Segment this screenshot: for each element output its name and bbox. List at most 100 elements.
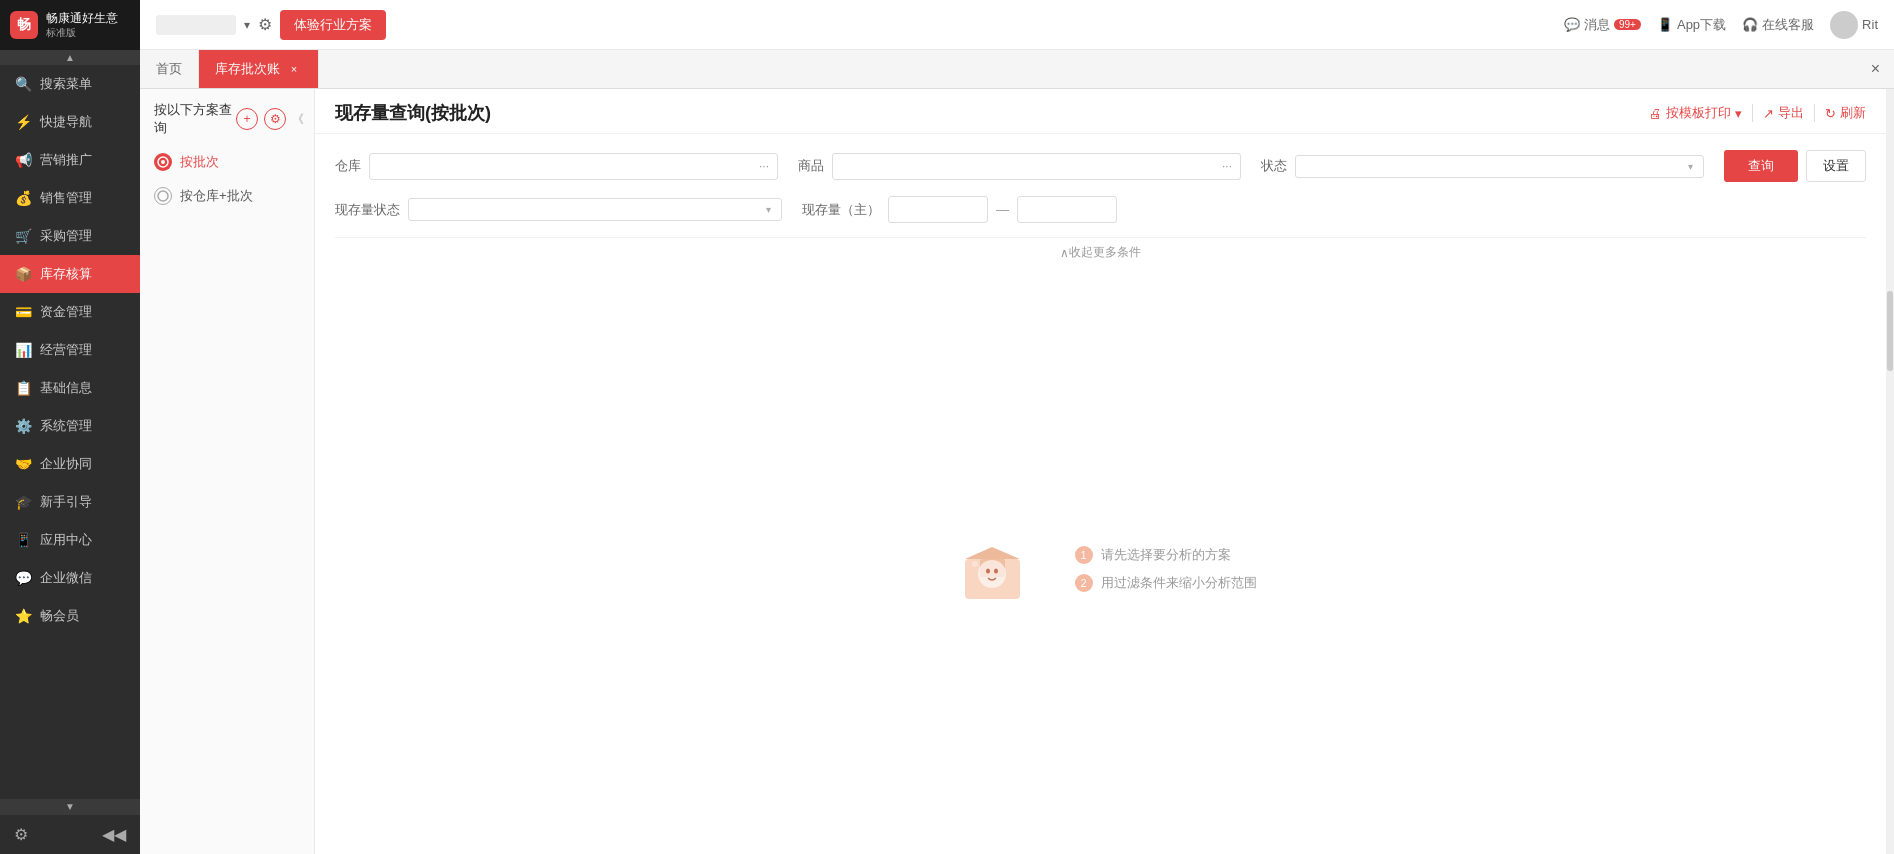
svg-point-9 [972,561,978,567]
breadcrumb [156,15,236,35]
sidebar-item-apps[interactable]: 📱 应用中心 [0,521,140,559]
empty-tips: 1 请先选择要分析的方案 2 用过滤条件来缩小分析范围 [1075,546,1257,592]
empty-illustration [945,519,1045,619]
refresh-button[interactable]: ↻ 刷新 [1814,104,1866,122]
inventory-qty-max-input[interactable] [1017,196,1117,223]
svg-point-8 [994,568,998,573]
sidebar-item-operations[interactable]: 📊 经营管理 [0,331,140,369]
filter-header-label: 按以下方案查询 [154,101,236,137]
collapse-sidebar-icon[interactable]: ◀◀ [102,825,126,844]
status-select[interactable]: ▾ [1295,155,1704,178]
export-icon: ↗ [1763,106,1774,121]
svg-point-1 [161,160,165,164]
tab-home[interactable]: 首页 [140,50,199,88]
message-badge: 99+ [1614,19,1641,30]
warehouse-action-icon[interactable]: ··· [751,159,777,173]
sidebar-item-purchase[interactable]: 🛒 采购管理 [0,217,140,255]
sidebar-item-guide[interactable]: 🎓 新手引导 [0,483,140,521]
experience-button[interactable]: 体验行业方案 [280,10,386,40]
warehouse-batch-icon [154,187,172,205]
print-dropdown-icon[interactable]: ▾ [1735,106,1742,121]
topbar-right: 💬 消息 99+ 📱 App下载 🎧 在线客服 Rit [1564,11,1878,39]
export-button[interactable]: ↗ 导出 [1752,104,1804,122]
sidebar-item-label: 销售管理 [40,189,92,207]
svg-marker-4 [965,547,1020,559]
svg-point-2 [158,191,168,201]
collapse-bar[interactable]: ∧ 收起更多条件 [335,237,1866,267]
sidebar-item-search[interactable]: 🔍 搜索菜单 [0,65,140,103]
inventory-status-label: 现存量状态 [335,201,400,219]
filter-gear-button[interactable]: ⚙ [264,108,286,130]
sales-icon: 💰 [14,189,32,207]
avatar [1830,11,1858,39]
sidebar-item-shortcut[interactable]: ⚡ 快捷导航 [0,103,140,141]
filter-item-warehouse-batch[interactable]: 按仓库+批次 [140,179,314,213]
sidebar-scroll-up[interactable]: ▲ [0,50,140,65]
sidebar-item-label: 搜索菜单 [40,75,92,93]
sidebar-item-member[interactable]: ⭐ 畅会员 [0,597,140,635]
filter-item-batch-label: 按批次 [180,153,219,171]
app-info: 畅康通好生意 标准版 [46,10,118,41]
left-panel: 按以下方案查询 + ⚙ 《 按批次 [140,89,315,854]
shortcut-icon: ⚡ [14,113,32,131]
panel-close-button[interactable]: × [1857,60,1894,78]
svg-point-7 [986,568,990,573]
sidebar-scroll-down[interactable]: ▼ [0,799,140,814]
product-action-icon[interactable]: ··· [1214,159,1240,173]
topbar: ▾ ⚙ 体验行业方案 💬 消息 99+ 📱 App下载 🎧 在线客服 Rit [140,0,1894,50]
app-logo: 畅 [10,11,38,39]
service-icon: 🎧 [1742,17,1758,32]
sidebar-item-label: 企业协同 [40,455,92,473]
inventory-status-select[interactable]: ▾ [408,198,782,221]
messages-button[interactable]: 💬 消息 99+ [1564,16,1641,34]
filter-collapse-button[interactable]: 《 [292,111,304,128]
topbar-settings-icon[interactable]: ⚙ [258,15,272,34]
sidebar-item-base[interactable]: 📋 基础信息 [0,369,140,407]
tab-inventory-batch[interactable]: 库存批次账 × [199,50,319,88]
query-button[interactable]: 查询 [1724,150,1798,182]
member-icon: ⭐ [14,607,32,625]
message-icon: 💬 [1564,17,1580,32]
inventory-qty-min-input[interactable] [888,196,988,223]
refresh-icon: ↻ [1825,106,1836,121]
product-label: 商品 [798,157,824,175]
product-input[interactable] [833,154,1214,179]
sidebar-item-finance[interactable]: 💳 资金管理 [0,293,140,331]
sidebar-item-label: 企业微信 [40,569,92,587]
user-menu[interactable]: Rit [1830,11,1878,39]
sidebar-item-system[interactable]: ⚙️ 系统管理 [0,407,140,445]
inventory-status-field: 现存量状态 ▾ [335,198,782,221]
sidebar-item-label: 资金管理 [40,303,92,321]
empty-tip-1: 1 请先选择要分析的方案 [1075,546,1257,564]
empty-state: 1 请先选择要分析的方案 2 用过滤条件来缩小分析范围 [315,283,1886,854]
print-label: 按模板打印 [1666,104,1731,122]
sidebar-item-marketing[interactable]: 📢 营销推广 [0,141,140,179]
search-icon: 🔍 [14,75,32,93]
sidebar-item-inventory[interactable]: 📦 库存核算 [0,255,140,293]
sidebar-item-wechat[interactable]: 💬 企业微信 [0,559,140,597]
print-button[interactable]: 🖨 按模板打印 ▾ [1649,104,1742,122]
settings-button[interactable]: 设置 [1806,150,1866,182]
right-scrollbar[interactable] [1886,89,1894,854]
tab-close-button[interactable]: × [286,61,302,77]
sidebar-item-sales[interactable]: 💰 销售管理 [0,179,140,217]
status-label: 状态 [1261,157,1287,175]
app-download-button[interactable]: 📱 App下载 [1657,16,1726,34]
filter-header: 按以下方案查询 + ⚙ 《 [140,101,314,145]
sidebar-item-label: 经营管理 [40,341,92,359]
warehouse-input[interactable] [370,154,751,179]
sidebar-header: 畅 畅康通好生意 标准版 [0,0,140,50]
online-service-button[interactable]: 🎧 在线客服 [1742,16,1814,34]
main-area: ▾ ⚙ 体验行业方案 💬 消息 99+ 📱 App下载 🎧 在线客服 Rit [140,0,1894,854]
settings-footer-icon[interactable]: ⚙ [14,825,28,844]
filter-add-button[interactable]: + [236,108,258,130]
filter-item-batch[interactable]: 按批次 [140,145,314,179]
breadcrumb-dropdown[interactable]: ▾ [244,18,250,32]
sidebar-item-enterprise[interactable]: 🤝 企业协同 [0,445,140,483]
inventory-status-arrow: ▾ [766,204,771,215]
tabs-bar: 首页 库存批次账 × × [140,50,1894,89]
tab-home-label: 首页 [156,60,182,78]
empty-tip-2: 2 用过滤条件来缩小分析范围 [1075,574,1257,592]
sidebar-item-label: 畅会员 [40,607,79,625]
sidebar-footer: ⚙ ◀◀ [0,814,140,854]
